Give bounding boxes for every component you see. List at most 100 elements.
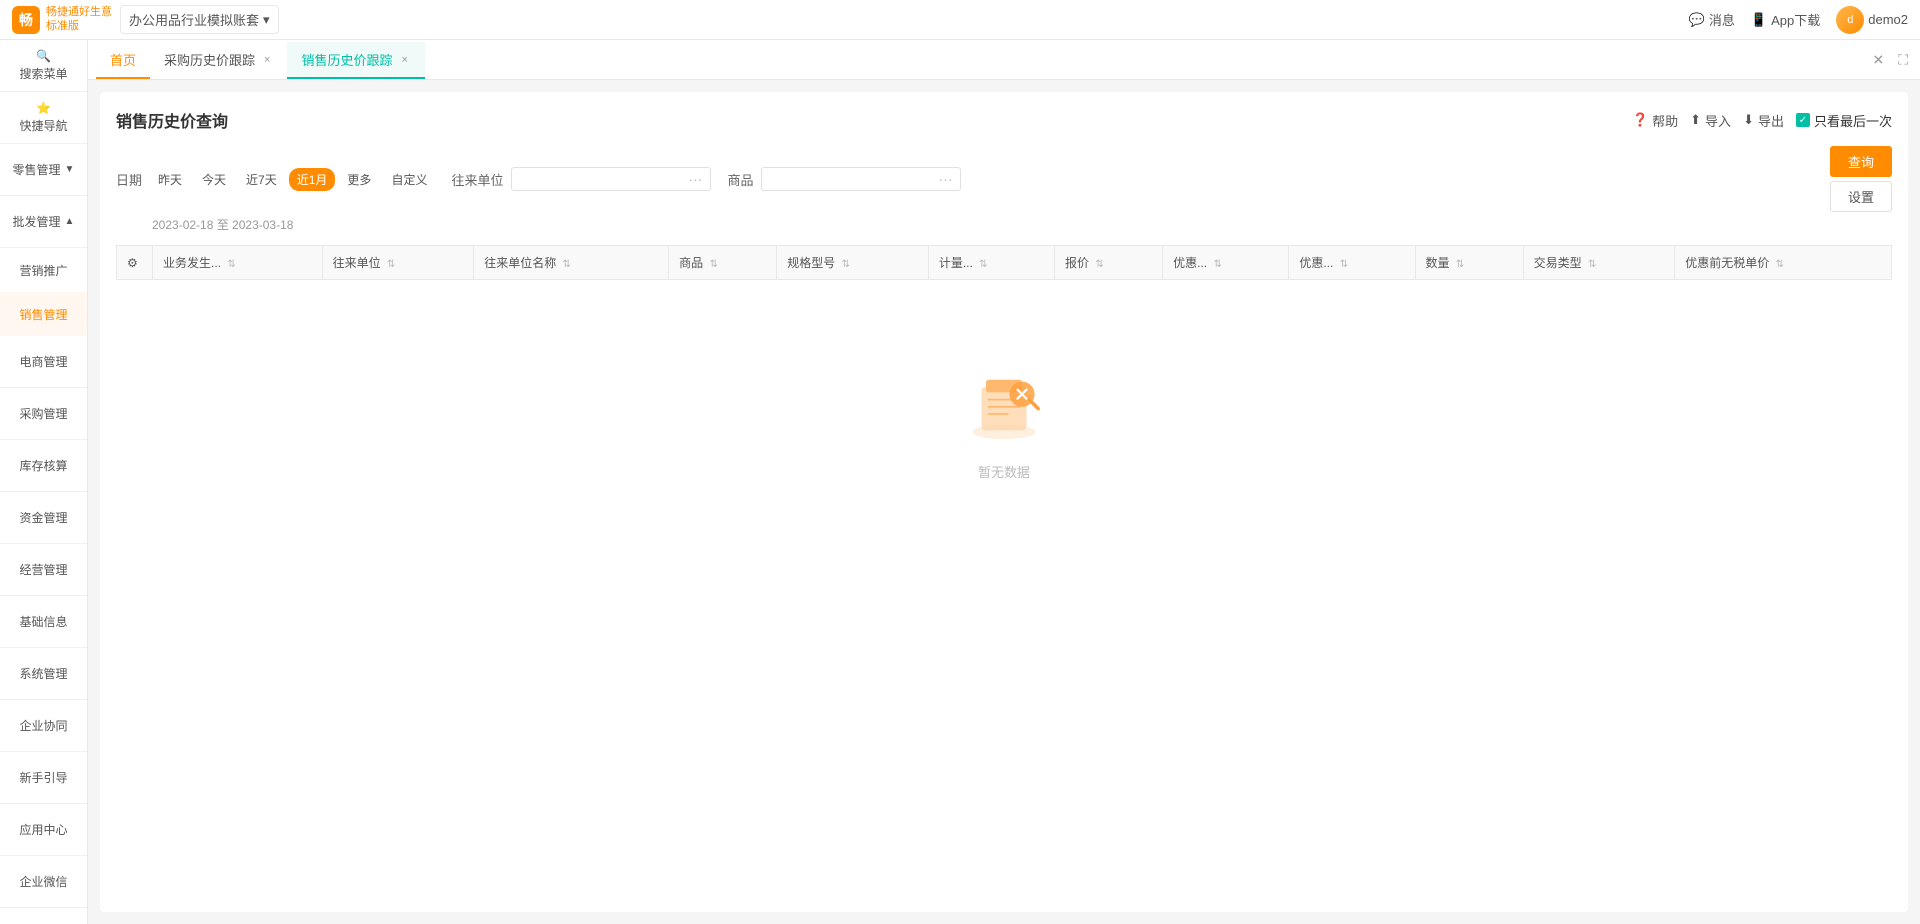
user-profile[interactable]: d demo2 (1836, 6, 1908, 34)
chevron-up-icon: ▲ (65, 216, 75, 227)
table-col-gear[interactable]: ⚙ (117, 246, 153, 280)
chevron-down-icon: ▾ (263, 12, 270, 28)
logo-icon: 畅 (12, 6, 40, 34)
sort-arrows-icon: ⇅ (979, 259, 987, 270)
sidebar-item-system[interactable]: 系统管理 (0, 648, 87, 700)
workspace-selector[interactable]: 办公用品行业模拟账套 ▾ (120, 5, 279, 34)
tab-home[interactable]: 首页 (96, 42, 150, 79)
sort-arrows-icon: ⇅ (1095, 259, 1103, 270)
date-option-more[interactable]: 更多 (339, 168, 379, 191)
top-bar: 畅 畅捷通好生意 标准版 办公用品行业模拟账套 ▾ 💬 消息 📱 App下载 d… (0, 0, 1920, 40)
table-col-price[interactable]: 报价 ⇅ (1055, 246, 1163, 280)
logo-area: 畅 畅捷通好生意 标准版 (12, 6, 112, 34)
close-all-tabs-icon[interactable]: ✕ (1868, 47, 1888, 72)
sidebar-item-ecommerce[interactable]: 电商管理 (0, 336, 87, 388)
date-options: 昨天 今天 近7天 近1月 更多 自定义 (150, 168, 435, 191)
help-button[interactable]: ❓ 帮助 (1632, 111, 1678, 130)
sidebar-item-wholesale[interactable]: 批发管理 ▲ (0, 196, 87, 248)
message-action[interactable]: 💬 消息 (1689, 10, 1735, 29)
sidebar-item-finance[interactable]: 资金管理 (0, 492, 87, 544)
top-bar-right: 💬 消息 📱 App下载 d demo2 (1689, 6, 1908, 34)
date-filter-group: 日期 昨天 今天 近7天 近1月 更多 自定义 (116, 168, 435, 191)
top-bar-left: 畅 畅捷通好生意 标准版 办公用品行业模拟账套 ▾ (12, 5, 279, 34)
settings-button[interactable]: 设置 (1830, 181, 1892, 212)
date-filter-label: 日期 (116, 170, 142, 189)
chevron-down-icon: ▼ (65, 164, 75, 175)
product-filter-input-wrapper[interactable]: ··· (761, 167, 961, 191)
page-title: 销售历史价查询 (116, 108, 228, 132)
sidebar-item-enterprise[interactable]: 企业协同 (0, 700, 87, 752)
table-col-biz-date[interactable]: 业务发生... ⇅ (153, 246, 323, 280)
download-icon: 📱 (1751, 12, 1767, 28)
date-option-custom[interactable]: 自定义 (383, 168, 435, 191)
sidebar-item-shortcuts[interactable]: ⭐ 快捷导航 (0, 92, 87, 144)
download-action[interactable]: 📱 App下载 (1751, 10, 1820, 29)
sort-arrows-icon: ⇅ (227, 259, 235, 270)
empty-state-text: 暂无数据 (978, 462, 1030, 481)
tab-sales-history[interactable]: 销售历史价跟踪 × (287, 42, 424, 79)
sidebar-item-marketing[interactable]: 营销推广 (0, 248, 87, 292)
sort-arrows-icon: ⇅ (563, 259, 571, 270)
product-filter-input[interactable] (770, 172, 934, 186)
sidebar-item-app-center[interactable]: 应用中心 (0, 804, 87, 856)
sort-arrows-icon: ⇅ (710, 259, 718, 270)
gear-icon[interactable]: ⚙ (127, 256, 138, 270)
sidebar-item-retail[interactable]: 零售管理 ▼ (0, 144, 87, 196)
query-button[interactable]: 查询 (1830, 146, 1892, 177)
close-tab-purchase-icon[interactable]: × (261, 53, 273, 67)
page-card: 销售历史价查询 ❓ 帮助 ⬆ 导入 ⬇ 导出 (100, 92, 1908, 912)
unit-filter-input[interactable] (520, 172, 684, 186)
empty-state-illustration (959, 360, 1049, 450)
sidebar-item-guide[interactable]: 新手引导 (0, 752, 87, 804)
expand-icon[interactable]: ⛶ (1894, 47, 1912, 72)
date-option-yesterday[interactable]: 昨天 (150, 168, 190, 191)
sidebar-item-wechat[interactable]: 企业微信 (0, 856, 87, 908)
table-col-unit-code[interactable]: 往来单位 ⇅ (322, 246, 474, 280)
unit-filter-label: 往来单位 (451, 170, 503, 189)
import-icon: ⬆ (1690, 112, 1701, 128)
table-col-spec[interactable]: 规格型号 ⇅ (777, 246, 929, 280)
sidebar-item-basic-info[interactable]: 基础信息 (0, 596, 87, 648)
table-col-discount2[interactable]: 优惠... ⇅ (1289, 246, 1415, 280)
page-actions: ❓ 帮助 ⬆ 导入 ⬇ 导出 ✓ 只看最后一次 (1632, 111, 1892, 130)
table-col-product[interactable]: 商品 ⇅ (669, 246, 777, 280)
sidebar-item-sales[interactable]: 销售管理 (0, 292, 87, 336)
table-col-trade-type[interactable]: 交易类型 ⇅ (1523, 246, 1675, 280)
close-tab-sales-icon[interactable]: × (398, 53, 410, 67)
table-col-pretax-price[interactable]: 优惠前无税单价 ⇅ (1675, 246, 1892, 280)
table-header: ⚙ 业务发生... ⇅ 往来单位 ⇅ 往来单位名称 (117, 246, 1892, 280)
tab-bar: 首页 采购历史价跟踪 × 销售历史价跟踪 × ✕ ⛶ (88, 40, 1920, 80)
table-col-unit[interactable]: 计量... ⇅ (928, 246, 1054, 280)
table-col-unit-name[interactable]: 往来单位名称 ⇅ (474, 246, 669, 280)
export-button[interactable]: ⬇ 导出 (1743, 111, 1784, 130)
tab-purchase-history[interactable]: 采购历史价跟踪 × (150, 42, 287, 79)
table-col-qty[interactable]: 数量 ⇅ (1415, 246, 1523, 280)
export-icon: ⬇ (1743, 112, 1754, 128)
sidebar-item-search[interactable]: 🔍 搜索菜单 (0, 40, 87, 92)
sidebar-item-operations[interactable]: 经营管理 (0, 544, 87, 596)
import-button[interactable]: ⬆ 导入 (1690, 111, 1731, 130)
sidebar: 🔍 搜索菜单 ⭐ 快捷导航 零售管理 ▼ 批发管理 ▲ 营销推广 销售管理 电商… (0, 40, 88, 924)
help-icon: ❓ (1632, 112, 1648, 128)
date-option-today[interactable]: 今天 (194, 168, 234, 191)
sort-arrows-icon: ⇅ (387, 259, 395, 270)
sidebar-item-membership[interactable]: 畅会员 (0, 908, 87, 924)
sort-arrows-icon: ⇅ (842, 259, 850, 270)
avatar: d (1836, 6, 1864, 34)
workspace-label: 办公用品行业模拟账套 (129, 10, 259, 29)
product-filter-dots-icon[interactable]: ··· (938, 171, 952, 187)
product-filter-label: 商品 (727, 170, 753, 189)
date-option-1month[interactable]: 近1月 (289, 168, 336, 191)
unit-filter-dots-icon[interactable]: ··· (688, 171, 702, 187)
date-option-7days[interactable]: 近7天 (238, 168, 285, 191)
page-title-row: 销售历史价查询 ❓ 帮助 ⬆ 导入 ⬇ 导出 (116, 108, 1892, 132)
sidebar-item-purchase[interactable]: 采购管理 (0, 388, 87, 440)
page-content: 销售历史价查询 ❓ 帮助 ⬆ 导入 ⬇ 导出 (88, 80, 1920, 924)
sort-arrows-icon: ⇅ (1588, 259, 1596, 270)
unit-filter-input-wrapper[interactable]: ··· (511, 167, 711, 191)
date-range-text: 2023-02-18 至 2023-03-18 (152, 216, 1892, 233)
sidebar-item-inventory[interactable]: 库存核算 (0, 440, 87, 492)
table-col-discount1[interactable]: 优惠... ⇅ (1163, 246, 1289, 280)
sort-arrows-icon: ⇅ (1456, 259, 1464, 270)
only-last-checkbox-label[interactable]: ✓ 只看最后一次 (1796, 111, 1892, 130)
